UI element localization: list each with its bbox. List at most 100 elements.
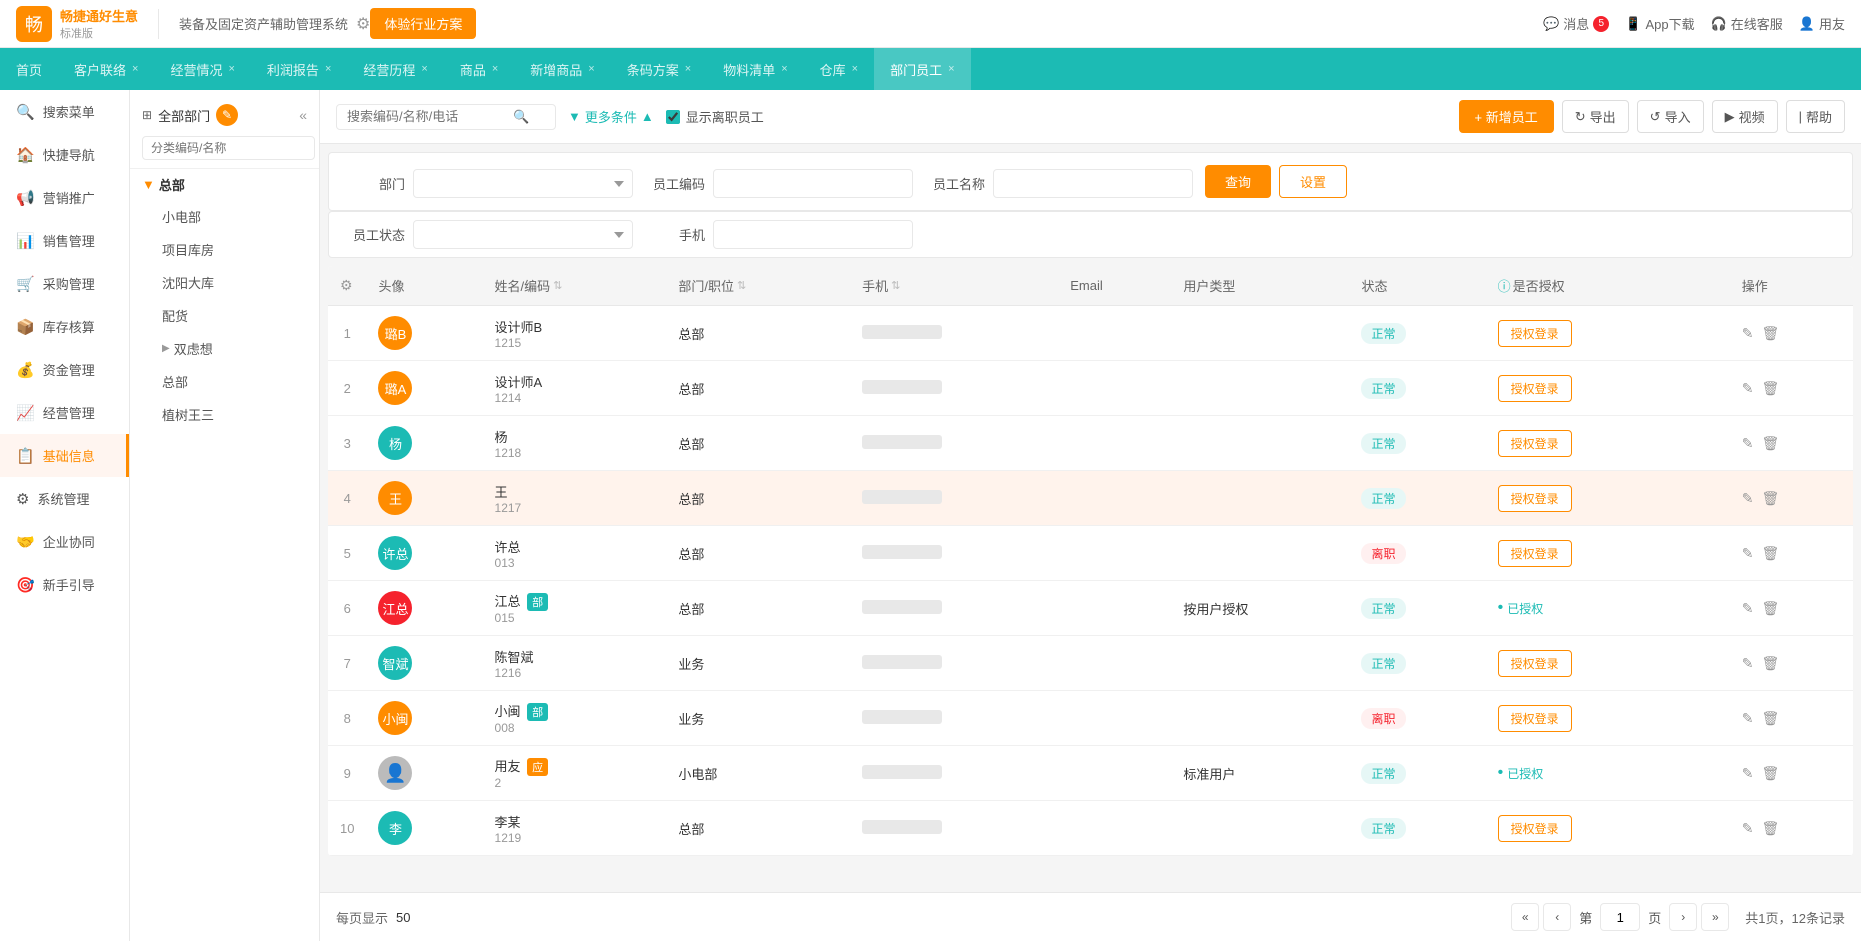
tab-barcode[interactable]: 条码方案 × bbox=[611, 48, 707, 90]
auth-button[interactable]: 授权登录 bbox=[1498, 650, 1572, 677]
tab-home[interactable]: 首页 bbox=[0, 48, 58, 90]
close-icon[interactable]: × bbox=[228, 63, 234, 75]
page-input[interactable] bbox=[1600, 903, 1640, 931]
gear-icon[interactable]: ⚙ bbox=[356, 14, 370, 34]
edit-button[interactable]: ✎ bbox=[1742, 820, 1754, 837]
close-icon[interactable]: × bbox=[132, 63, 138, 75]
sidebar-item-collab[interactable]: 🤝 企业协同 bbox=[0, 520, 129, 563]
tree-section-hq[interactable]: ▼ 总部 bbox=[130, 169, 319, 200]
close-icon[interactable]: × bbox=[685, 63, 691, 75]
close-icon[interactable]: × bbox=[781, 63, 787, 75]
message-button[interactable]: 💬 消息 5 bbox=[1543, 14, 1609, 33]
sidebar-item-basics[interactable]: 📋 基础信息 bbox=[0, 434, 129, 477]
search-icon[interactable]: 🔍 bbox=[513, 109, 529, 125]
tree-collapse-button[interactable]: « bbox=[299, 107, 307, 123]
edit-button[interactable]: ✎ bbox=[1742, 325, 1754, 342]
edit-button[interactable]: ✎ bbox=[1742, 655, 1754, 672]
edit-button[interactable]: ✎ bbox=[1742, 600, 1754, 617]
delete-button[interactable]: 🗑 bbox=[1762, 545, 1780, 562]
tree-item-shenyang[interactable]: 沈阳大库 bbox=[130, 266, 319, 299]
tab-customer[interactable]: 客户联络 × bbox=[58, 48, 154, 90]
edit-button[interactable]: ✎ bbox=[1742, 765, 1754, 782]
auth-button[interactable]: 授权登录 bbox=[1498, 320, 1572, 347]
view-button[interactable]: ▶ 视频 bbox=[1712, 100, 1778, 133]
close-icon[interactable]: × bbox=[492, 63, 498, 75]
tab-new-product[interactable]: 新增商品 × bbox=[514, 48, 610, 90]
sidebar-item-nav[interactable]: 🏠 快捷导航 bbox=[0, 133, 129, 176]
tree-item-peihuo[interactable]: 配货 bbox=[130, 299, 319, 332]
sidebar-item-sales[interactable]: 📊 销售管理 bbox=[0, 219, 129, 262]
show-resigned-checkbox[interactable]: 显示离职员工 bbox=[666, 107, 764, 126]
delete-button[interactable]: 🗑 bbox=[1762, 710, 1780, 727]
close-icon[interactable]: × bbox=[325, 63, 331, 75]
sidebar-item-marketing[interactable]: 📢 营销推广 bbox=[0, 176, 129, 219]
user-button[interactable]: 👤 用友 bbox=[1799, 14, 1845, 33]
phone-input[interactable] bbox=[713, 220, 913, 249]
settings-icon[interactable]: ⚙ bbox=[340, 277, 353, 293]
help-button[interactable]: | 帮助 bbox=[1786, 100, 1845, 133]
close-icon[interactable]: × bbox=[588, 63, 594, 75]
set-button[interactable]: 设置 bbox=[1279, 165, 1347, 198]
close-icon-active[interactable]: × bbox=[948, 63, 954, 75]
per-page-value[interactable]: 50 bbox=[396, 910, 410, 925]
edit-button[interactable]: ✎ bbox=[1742, 490, 1754, 507]
sidebar-item-operation[interactable]: 📈 经营管理 bbox=[0, 391, 129, 434]
auth-button[interactable]: 授权登录 bbox=[1498, 430, 1572, 457]
more-conditions-button[interactable]: ▼ 更多条件 ▲ bbox=[568, 107, 654, 126]
first-page-button[interactable]: « bbox=[1511, 903, 1539, 931]
tab-journey[interactable]: 经营历程 × bbox=[347, 48, 443, 90]
th-name[interactable]: 姓名/编码 bbox=[483, 266, 667, 306]
tree-item-xiaodian[interactable]: 小电部 bbox=[130, 200, 319, 233]
delete-button[interactable]: 🗑 bbox=[1762, 655, 1780, 672]
tab-product[interactable]: 商品 × bbox=[444, 48, 514, 90]
tree-item-zongbu[interactable]: 总部 bbox=[130, 365, 319, 398]
tree-search-input[interactable] bbox=[142, 136, 315, 160]
tree-item-project[interactable]: 项目库房 bbox=[130, 233, 319, 266]
emp-name-input[interactable] bbox=[993, 169, 1193, 198]
import-button[interactable]: ↺ 导入 bbox=[1637, 100, 1704, 133]
prev-page-button[interactable]: ‹ bbox=[1543, 903, 1571, 931]
auth-button[interactable]: 授权登录 bbox=[1498, 375, 1572, 402]
last-page-button[interactable]: » bbox=[1701, 903, 1729, 931]
delete-button[interactable]: 🗑 bbox=[1762, 820, 1780, 837]
search-input[interactable] bbox=[347, 109, 507, 124]
sidebar-item-inventory[interactable]: 📦 库存核算 bbox=[0, 305, 129, 348]
tab-bom[interactable]: 物料清单 × bbox=[707, 48, 803, 90]
auth-button[interactable]: 授权登录 bbox=[1498, 485, 1572, 512]
close-icon[interactable]: × bbox=[421, 63, 427, 75]
dept-select[interactable] bbox=[413, 169, 633, 198]
emp-code-input[interactable] bbox=[713, 169, 913, 198]
sidebar-item-search[interactable]: 🔍 搜索菜单 bbox=[0, 90, 129, 133]
trial-button[interactable]: 体验行业方案 bbox=[370, 8, 476, 39]
add-employee-button[interactable]: + 新增员工 bbox=[1459, 100, 1554, 133]
th-settings[interactable]: ⚙ bbox=[328, 266, 366, 306]
tab-employees[interactable]: 部门员工 × bbox=[874, 48, 970, 90]
app-download-button[interactable]: 📱 App下载 bbox=[1625, 14, 1694, 33]
delete-button[interactable]: 🗑 bbox=[1762, 435, 1780, 452]
sidebar-item-purchase[interactable]: 🛒 采购管理 bbox=[0, 262, 129, 305]
export-button[interactable]: ↻ 导出 bbox=[1562, 100, 1629, 133]
th-dept[interactable]: 部门/职位 bbox=[666, 266, 850, 306]
status-select[interactable] bbox=[413, 220, 633, 249]
delete-button[interactable]: 🗑 bbox=[1762, 325, 1780, 342]
resigned-checkbox-input[interactable] bbox=[666, 110, 680, 124]
sidebar-item-finance[interactable]: 💰 资金管理 bbox=[0, 348, 129, 391]
tree-item-shuanglu[interactable]: ▶ 双虑想 bbox=[130, 332, 319, 365]
online-service-button[interactable]: 🎧 在线客服 bbox=[1711, 14, 1783, 33]
tab-operations[interactable]: 经营情况 × bbox=[154, 48, 250, 90]
tree-item-zhishu[interactable]: 植树王三 bbox=[130, 398, 319, 431]
close-icon[interactable]: × bbox=[852, 63, 858, 75]
auth-button[interactable]: 授权登录 bbox=[1498, 540, 1572, 567]
tab-profit[interactable]: 利润报告 × bbox=[251, 48, 347, 90]
next-page-button[interactable]: › bbox=[1669, 903, 1697, 931]
edit-button[interactable]: ✎ bbox=[1742, 710, 1754, 727]
sidebar-item-system[interactable]: ⚙ 系统管理 bbox=[0, 477, 129, 520]
sidebar-item-guide[interactable]: 🎯 新手引导 bbox=[0, 563, 129, 606]
edit-button[interactable]: ✎ bbox=[1742, 380, 1754, 397]
auth-button[interactable]: 授权登录 bbox=[1498, 815, 1572, 842]
delete-button[interactable]: 🗑 bbox=[1762, 490, 1780, 507]
delete-button[interactable]: 🗑 bbox=[1762, 380, 1780, 397]
th-phone[interactable]: 手机 bbox=[850, 266, 1058, 306]
edit-button[interactable]: ✎ bbox=[1742, 435, 1754, 452]
tab-warehouse[interactable]: 仓库 × bbox=[804, 48, 874, 90]
